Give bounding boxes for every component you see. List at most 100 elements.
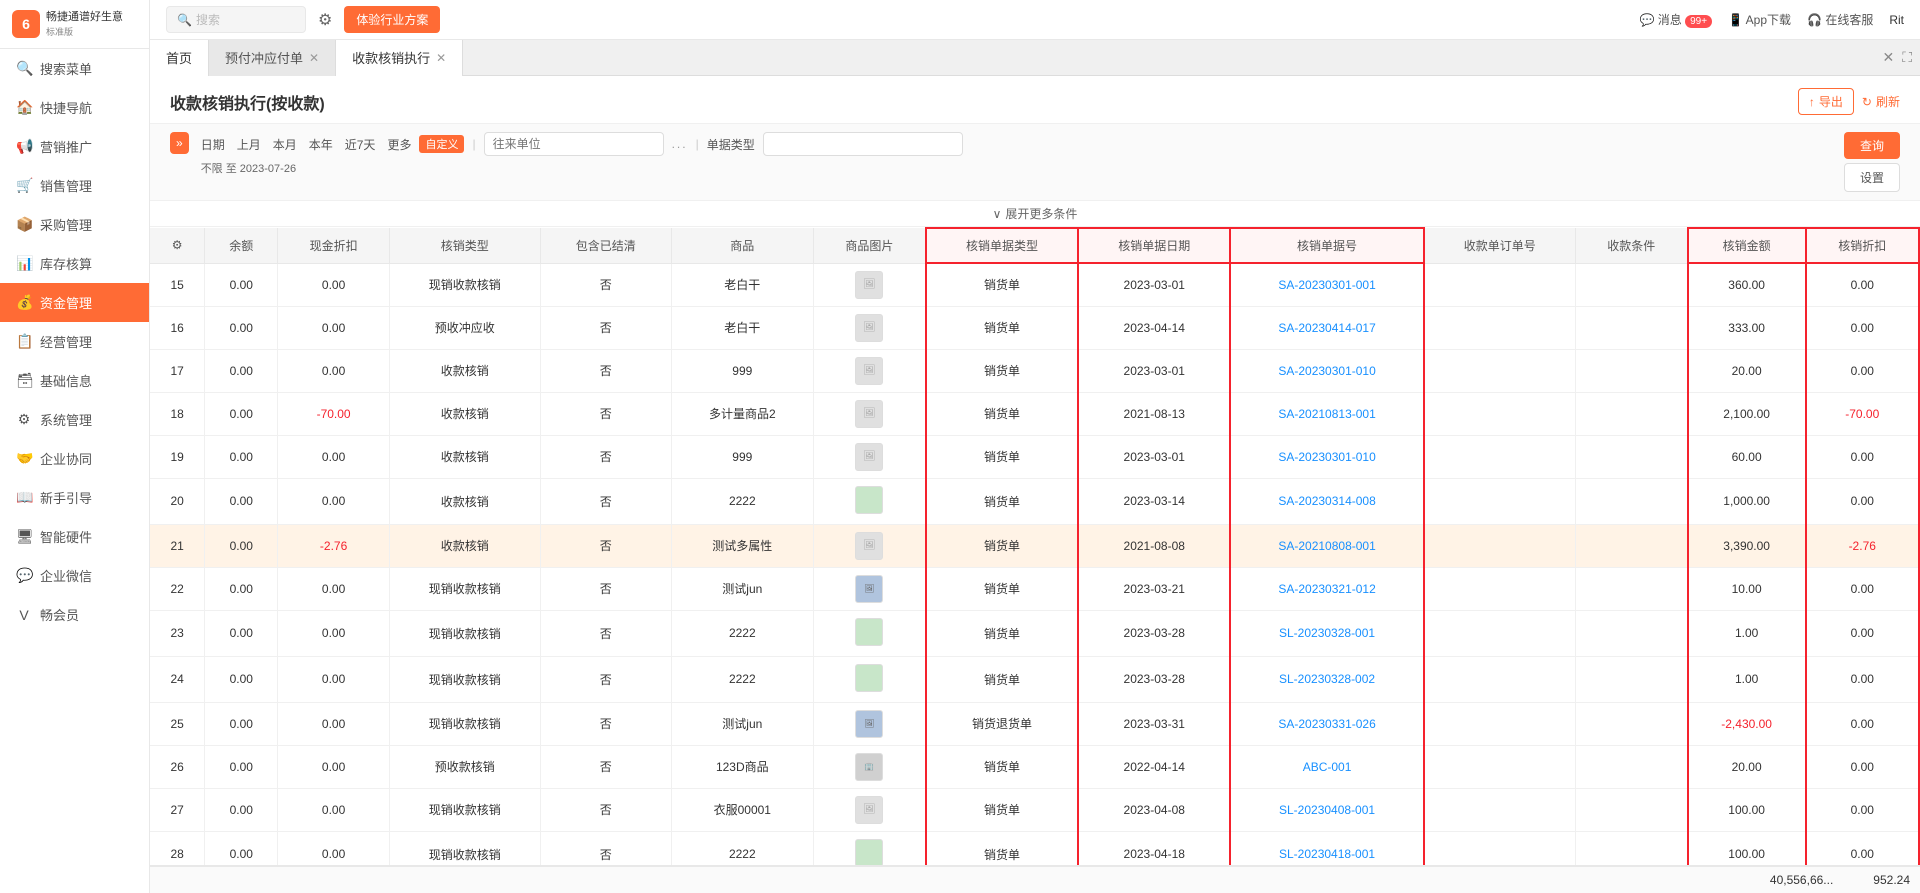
bill-no-link[interactable]: SA-20230301-010 <box>1278 450 1375 464</box>
bill-no-link[interactable]: SL-20230408-001 <box>1279 803 1375 817</box>
bill-no-link[interactable]: SA-20210813-001 <box>1278 407 1375 421</box>
sidebar-item-purchase[interactable]: 📦采购管理 <box>0 205 149 244</box>
bill-no-link[interactable]: SL-20230328-002 <box>1279 672 1375 686</box>
date-opt-this-month[interactable]: 本月 <box>269 134 301 155</box>
cell-verify-bill-no[interactable]: SA-20230321-012 <box>1230 567 1423 610</box>
maximize-icon[interactable]: ⛶ <box>1902 49 1912 66</box>
sidebar-item-member[interactable]: V畅会员 <box>0 595 149 634</box>
cell-cash-discount: 0.00 <box>278 656 390 702</box>
filter-expand-button[interactable]: » <box>170 132 189 154</box>
bill-no-link[interactable]: SA-20230301-010 <box>1278 364 1375 378</box>
bill-no-link[interactable]: SL-20230418-001 <box>1279 847 1375 861</box>
sidebar-item-finance[interactable]: 💰资金管理 <box>0 283 149 322</box>
industry-btn[interactable]: 体验行业方案 <box>344 6 440 33</box>
cell-verify-bill-no[interactable]: SA-20230301-010 <box>1230 349 1423 392</box>
sidebar-item-sales[interactable]: 🛒销售管理 <box>0 166 149 205</box>
cell-verify-amount: -2,430.00 <box>1688 702 1806 745</box>
cell-include-settled: 否 <box>540 392 671 435</box>
voucher-type-select[interactable] <box>763 132 963 156</box>
cell-receipt-order-no <box>1424 349 1575 392</box>
date-opt-7days[interactable]: 近7天 <box>341 134 380 155</box>
cell-verify-bill-no[interactable]: SA-20230331-026 <box>1230 702 1423 745</box>
app-download-link[interactable]: 📱 App下载 <box>1728 11 1791 28</box>
cell-verify-bill-no[interactable]: SA-20210808-001 <box>1230 524 1423 567</box>
cell-cash-discount: 0.00 <box>278 567 390 610</box>
bill-no-link[interactable]: ABC-001 <box>1303 760 1352 774</box>
date-opt-this-year[interactable]: 本年 <box>305 134 337 155</box>
cell-verify-bill-no[interactable]: SL-20230328-002 <box>1230 656 1423 702</box>
tab-close-prepay[interactable]: ✕ <box>309 51 319 65</box>
cell-verify-bill-no[interactable]: SA-20230301-010 <box>1230 435 1423 478</box>
cell-verify-bill-date: 2021-08-08 <box>1078 524 1230 567</box>
sidebar-item-search[interactable]: 🔍搜索菜单 <box>0 49 149 88</box>
bill-no-link[interactable]: SA-20230414-017 <box>1278 321 1375 335</box>
sidebar-item-collab[interactable]: 🤝企业协同 <box>0 439 149 478</box>
date-opt-more[interactable]: 更多 <box>383 134 415 155</box>
sidebar-item-quick[interactable]: 🏠快捷导航 <box>0 88 149 127</box>
main-table: ⚙ 余额 现金折扣 核销类型 包含已结清 商品 商品图片 核销单据类型 核销单据… <box>150 227 1920 865</box>
row-no: 19 <box>150 435 205 478</box>
cell-verify-bill-type: 销货单 <box>926 349 1078 392</box>
bill-no-link[interactable]: SA-20210808-001 <box>1278 539 1375 553</box>
sidebar-item-wechat[interactable]: 💬企业微信 <box>0 556 149 595</box>
partner-input[interactable] <box>484 132 664 156</box>
export-button[interactable]: ↑ 导出 <box>1798 88 1854 115</box>
sidebar-item-hardware[interactable]: 🖥智能硬件 <box>0 517 149 556</box>
query-button[interactable]: 查询 <box>1844 132 1900 159</box>
settings-gear-icon[interactable]: ⚙ <box>318 10 332 30</box>
topbar-search-box[interactable]: 🔍 搜索 <box>166 6 306 33</box>
bill-no-link[interactable]: SA-20230301-001 <box>1278 278 1375 292</box>
cell-verify-bill-no[interactable]: ABC-001 <box>1230 745 1423 788</box>
col-header-include-settled: 包含已结清 <box>540 228 671 263</box>
sidebar-item-biz[interactable]: 📋经营管理 <box>0 322 149 361</box>
cell-cash-discount: 0.00 <box>278 263 390 306</box>
col-header-verify-amount: 核销金额 <box>1688 228 1806 263</box>
cell-verify-bill-no[interactable]: SA-20230414-017 <box>1230 306 1423 349</box>
cell-verify-bill-no[interactable]: SL-20230418-001 <box>1230 831 1423 865</box>
tab-close-collection[interactable]: ✕ <box>436 51 446 65</box>
cell-verify-bill-no[interactable]: SL-20230408-001 <box>1230 788 1423 831</box>
bill-no-link[interactable]: SA-20230314-008 <box>1278 494 1375 508</box>
cell-receipt-condition <box>1575 610 1688 656</box>
tab-home[interactable]: 首页 <box>150 40 209 76</box>
cell-include-settled: 否 <box>540 306 671 349</box>
tab-prepay[interactable]: 预付冲应付单✕ <box>209 40 336 76</box>
sidebar-item-basic[interactable]: 🗃基础信息 <box>0 361 149 400</box>
user-label[interactable]: Rit <box>1889 13 1904 27</box>
bill-no-link[interactable]: SA-20230321-012 <box>1278 582 1375 596</box>
cell-goods-img: 🖼 <box>813 788 926 831</box>
cell-receipt-condition <box>1575 349 1688 392</box>
message-icon-area[interactable]: 💬 消息 99+ <box>1639 11 1712 28</box>
cell-verify-bill-no[interactable]: SA-20210813-001 <box>1230 392 1423 435</box>
cell-goods-img: 🖼 <box>813 306 926 349</box>
cell-verify-bill-no[interactable]: SA-20230301-001 <box>1230 263 1423 306</box>
bill-no-link[interactable]: SL-20230328-001 <box>1279 626 1375 640</box>
date-custom-btn[interactable]: 自定义 <box>419 135 464 153</box>
cell-goods-img: 🖼 <box>813 435 926 478</box>
cell-verify-bill-date: 2022-04-14 <box>1078 745 1230 788</box>
refresh-icon: ↻ <box>1862 95 1872 109</box>
tab-collection[interactable]: 收款核销执行✕ <box>336 40 463 76</box>
table-container: ⚙ 余额 现金折扣 核销类型 包含已结清 商品 商品图片 核销单据类型 核销单据… <box>150 227 1920 865</box>
date-range-display: 不限 至 2023-07-26 <box>201 160 1832 176</box>
sidebar: 6 畅捷通谱好生意 标准版 🔍搜索菜单🏠快捷导航📢营销推广🛒销售管理📦采购管理📊… <box>0 0 150 893</box>
cell-verify-bill-no[interactable]: SA-20230314-008 <box>1230 478 1423 524</box>
sidebar-item-guide[interactable]: 📖新手引导 <box>0 478 149 517</box>
sidebar-item-system[interactable]: ⚙系统管理 <box>0 400 149 439</box>
col-header-settings[interactable]: ⚙ <box>150 228 205 263</box>
close-window-icon[interactable]: ✕ <box>1882 49 1894 66</box>
cell-verify-bill-no[interactable]: SL-20230328-001 <box>1230 610 1423 656</box>
sidebar-item-label: 搜索菜单 <box>40 59 92 78</box>
partner-dots[interactable]: ... <box>672 137 688 151</box>
sidebar-item-inventory[interactable]: 📊库存核算 <box>0 244 149 283</box>
online-service-link[interactable]: 🎧 在线客服 <box>1807 11 1873 28</box>
filter-settings-button[interactable]: 设置 <box>1844 163 1900 192</box>
refresh-button[interactable]: ↻ 刷新 <box>1862 88 1900 115</box>
cell-verify-amount: 3,390.00 <box>1688 524 1806 567</box>
goods-thumbnail: 🖼 <box>855 796 883 824</box>
expand-more-button[interactable]: ∨ 展开更多条件 <box>993 205 1078 222</box>
cell-verify-amount: 20.00 <box>1688 349 1806 392</box>
bill-no-link[interactable]: SA-20230331-026 <box>1278 717 1375 731</box>
date-opt-last-month[interactable]: 上月 <box>233 134 265 155</box>
sidebar-item-marketing[interactable]: 📢营销推广 <box>0 127 149 166</box>
